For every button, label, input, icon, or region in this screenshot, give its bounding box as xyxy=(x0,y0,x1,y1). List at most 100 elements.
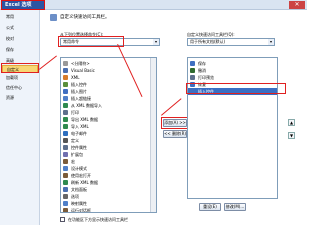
title-bar xyxy=(0,0,307,10)
list-item[interactable]: 从 XML 数据导入 xyxy=(61,102,149,109)
list-item-label: 电子邮件 xyxy=(71,131,87,136)
list-item[interactable]: <分隔符> xyxy=(61,60,149,67)
list-item-label: 运行对话框 xyxy=(71,208,91,213)
list-item[interactable]: 控件属性 xyxy=(61,144,149,151)
list-item[interactable]: 保存 xyxy=(188,60,277,67)
list-item-label: 保存 xyxy=(198,61,206,66)
command-icon xyxy=(63,201,68,206)
command-icon xyxy=(63,152,68,157)
add-button-highlight-box xyxy=(161,117,189,129)
list-item-label: 插入控件 xyxy=(71,82,87,87)
list-item-label: 打印预览 xyxy=(198,75,214,80)
list-item-label: 撤消 xyxy=(198,68,206,73)
close-button[interactable]: ✕ xyxy=(289,1,305,9)
list-item[interactable]: 定义 xyxy=(61,137,149,144)
list-item-label: 插入超链接 xyxy=(71,96,91,101)
show-below-ribbon-label: 在功能区下方显示快速访问工具栏 xyxy=(68,217,128,222)
list-item[interactable]: 撤消 xyxy=(188,67,277,74)
command-icon xyxy=(190,61,195,66)
list-item[interactable]: 选项 xyxy=(61,193,149,200)
toolbar-scope-value: 用于所有文档(默认) xyxy=(190,39,226,44)
list-item-label: 从 XML 数据导入 xyxy=(71,103,102,108)
available-commands-list[interactable]: <分隔符> Visual Basic XML 插入控件插入图片插入超链接从 XML 数… xyxy=(60,57,157,213)
sidebar-highlight-box xyxy=(1,63,39,73)
list-item-label: 定义 xyxy=(71,138,79,143)
list-item[interactable]: 使用宏打开 xyxy=(61,172,149,179)
list-item[interactable]: 宏 xyxy=(61,158,149,165)
command-icon xyxy=(63,166,68,171)
command-icon xyxy=(63,89,68,94)
list-item[interactable]: 插入超链接 xyxy=(61,95,149,102)
quick-access-list[interactable]: 保存 撤消 打印预览 恢复 插入控件 xyxy=(187,57,278,199)
command-icon xyxy=(63,145,68,150)
chevron-down-icon: ▾ xyxy=(153,39,159,45)
sidebar-item-save[interactable]: 保存 xyxy=(2,46,38,54)
command-icon xyxy=(63,61,68,66)
toolbar-scope-select[interactable]: 用于所有文档(默认) ▾ xyxy=(187,38,275,46)
sidebar-item-formulas[interactable]: 公式 xyxy=(2,24,38,32)
options-sidebar: 常用 公式 校对 保存 高级 自定义 加载项 信任中心 资源 xyxy=(0,10,40,225)
command-icon xyxy=(63,68,68,73)
list-item-label: 宏 xyxy=(71,159,75,164)
move-down-button[interactable]: ▼ xyxy=(288,132,295,139)
move-up-button[interactable]: ▲ xyxy=(288,119,295,126)
arrow-up-icon: ▲ xyxy=(289,120,294,125)
command-icon xyxy=(63,194,68,199)
chevron-down-icon: ▾ xyxy=(268,39,274,45)
list-item[interactable]: 导入 XML xyxy=(61,123,149,130)
command-icon xyxy=(63,180,68,185)
inserted-item-highlight-box xyxy=(186,83,286,94)
list-item[interactable]: 设计模式 xyxy=(61,165,149,172)
list-item-label: XML xyxy=(71,75,80,80)
command-icon xyxy=(63,187,68,192)
command-icon xyxy=(63,159,68,164)
command-icon xyxy=(190,68,195,73)
sidebar-item-addins[interactable]: 加载项 xyxy=(2,74,38,82)
list-item[interactable]: 打印 xyxy=(61,109,149,116)
command-icon xyxy=(63,82,68,87)
reset-button[interactable]: 重设(E) xyxy=(199,203,221,211)
list-item-label: 插入图片 xyxy=(71,89,87,94)
command-icon xyxy=(63,208,68,212)
sidebar-item-general[interactable]: 常用 xyxy=(2,13,38,21)
command-icon xyxy=(63,124,68,129)
command-icon xyxy=(63,117,68,122)
list-item-label: 选项 xyxy=(71,194,79,199)
remove-button[interactable]: << 删除(R) xyxy=(163,130,187,138)
command-icon xyxy=(63,75,68,80)
command-icon xyxy=(63,110,68,115)
sidebar-item-trust-center[interactable]: 信任中心 xyxy=(2,84,38,92)
list-item-label: 扩展包 xyxy=(71,152,83,157)
sidebar-item-proofing[interactable]: 校对 xyxy=(2,35,38,43)
list-item-label: 打印 xyxy=(71,110,79,115)
list-item[interactable]: 文档面板 xyxy=(61,186,149,193)
show-below-ribbon-checkbox[interactable] xyxy=(60,217,65,222)
list-item[interactable]: Visual Basic xyxy=(61,67,149,74)
list-item-label: 控件属性 xyxy=(71,145,87,150)
list-item-label: 映射属性 xyxy=(71,201,87,206)
list-item[interactable]: 映射属性 xyxy=(61,200,149,207)
customize-icon xyxy=(50,14,57,21)
list-item[interactable]: 打印预览 xyxy=(188,74,277,81)
list-item-label: 导出 XML 数据 xyxy=(71,117,98,122)
list-item[interactable]: 插入图片 xyxy=(61,88,149,95)
command-icon xyxy=(63,173,68,178)
list-item-label: 导入 XML xyxy=(71,124,89,129)
list-item[interactable]: 导出 XML 数据 xyxy=(61,116,149,123)
command-icon xyxy=(63,138,68,143)
modify-button[interactable]: 修改(M)... xyxy=(224,203,246,211)
list-item[interactable]: XML xyxy=(61,74,149,81)
list-item[interactable]: 刷新 XML 数据 xyxy=(61,179,149,186)
command-icon xyxy=(63,103,68,108)
command-icon xyxy=(63,96,68,101)
list-item-label: 使用宏打开 xyxy=(71,173,91,178)
list-item[interactable]: 运行对话框 xyxy=(61,207,149,213)
command-icon xyxy=(63,131,68,136)
list-item[interactable]: 扩展包 xyxy=(61,151,149,158)
window-title: Excel 选项 xyxy=(1,0,45,10)
sidebar-item-resources[interactable]: 资源 xyxy=(2,94,38,102)
list-item[interactable]: 电子邮件 xyxy=(61,130,149,137)
command-icon xyxy=(190,75,195,80)
left-list-scrollbar[interactable] xyxy=(150,58,156,212)
page-header: 自定义快速访问工具栏。 xyxy=(60,15,110,20)
